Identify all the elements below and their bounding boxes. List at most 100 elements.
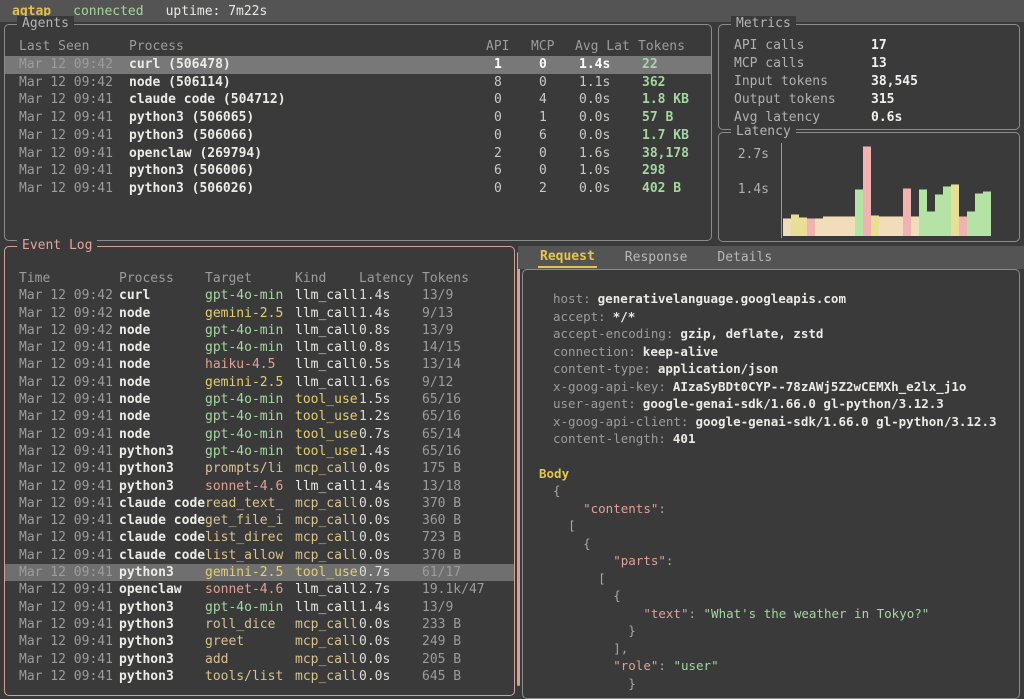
event-kind: llm_call xyxy=(295,357,358,373)
event-row[interactable]: Mar 12 09:41 node gpt-4o-min tool_use 0.… xyxy=(5,426,514,443)
event-time: Mar 12 09:41 xyxy=(19,478,113,494)
detail-tab[interactable]: Response xyxy=(623,249,690,267)
metric-row: MCP calls 13 xyxy=(719,55,1019,73)
latency-chart-bar xyxy=(911,216,919,236)
agent-api-calls: 0 xyxy=(494,127,502,143)
agent-last-seen: Mar 12 09:41 xyxy=(19,110,113,125)
event-log-column-header: Process xyxy=(119,271,174,286)
event-row[interactable]: Mar 12 09:41 claude code list_allow mcp_… xyxy=(5,547,514,564)
event-latency: 0.0s xyxy=(359,651,391,667)
event-row[interactable]: Mar 12 09:41 python3 roll_dice mcp_call … xyxy=(5,616,514,633)
agent-process: python3 (506066) xyxy=(129,127,255,143)
latency-chart-bar xyxy=(815,218,823,236)
json-line: "role": "user" xyxy=(539,657,1009,675)
event-target: prompts/li xyxy=(205,461,284,477)
agent-row[interactable]: Mar 12 09:41 python3 (506066) 0 6 0.0s 1… xyxy=(5,127,711,145)
latency-chart-bar xyxy=(967,211,975,236)
event-time: Mar 12 09:41 xyxy=(19,513,113,529)
latency-chart-bar xyxy=(783,218,791,236)
event-tokens: 360 B xyxy=(422,513,462,529)
event-kind: tool_use xyxy=(295,443,358,459)
agent-row[interactable]: Mar 12 09:41 python3 (506065) 0 1 0.0s 5… xyxy=(5,109,711,127)
agent-row[interactable]: Mar 12 09:41 openclaw (269794) 2 0 1.6s … xyxy=(5,145,711,163)
event-kind: mcp_call xyxy=(295,668,358,684)
event-kind: tool_use xyxy=(295,409,358,425)
header-key: user-agent: xyxy=(553,396,636,411)
event-row[interactable]: Mar 12 09:41 claude code get_file_i mcp_… xyxy=(5,512,514,529)
metric-value: 315 xyxy=(871,92,895,107)
event-process: claude code xyxy=(119,547,206,563)
event-log-scrollbar[interactable] xyxy=(517,252,520,686)
event-tokens: 13/9 xyxy=(422,599,454,615)
agent-row[interactable]: Mar 12 09:41 python3 (506006) 6 0 1.0s 2… xyxy=(5,162,711,180)
agent-avg-latency: 0.0s xyxy=(579,181,611,196)
agents-column-header: MCP xyxy=(531,39,555,54)
agent-last-seen: Mar 12 09:42 xyxy=(19,74,113,90)
event-time: Mar 12 09:41 xyxy=(19,547,113,563)
agent-row[interactable]: Mar 12 09:41 claude code (504712) 0 4 0.… xyxy=(5,91,711,109)
event-time: Mar 12 09:41 xyxy=(19,616,113,632)
event-row[interactable]: Mar 12 09:42 node gpt-4o-min llm_call 0.… xyxy=(5,322,514,339)
agent-last-seen: Mar 12 09:41 xyxy=(19,92,113,108)
event-row[interactable]: Mar 12 09:41 python3 add mcp_call 0.0s 2… xyxy=(5,651,514,668)
event-target: gpt-4o-min xyxy=(205,322,284,338)
event-row[interactable]: Mar 12 09:42 node gemini-2.5 llm_call 1.… xyxy=(5,305,514,322)
header-value: google-genai-sdk/1.66.0 gl-python/3.12.3 xyxy=(695,413,997,429)
latency-chart-bar xyxy=(847,216,855,236)
request-header-line: content-length: 401 xyxy=(539,430,1009,448)
event-process: python3 xyxy=(119,461,174,477)
event-process: python3 xyxy=(119,565,174,581)
agent-row[interactable]: Mar 12 09:41 python3 (506026) 0 2 0.0s 4… xyxy=(5,180,711,198)
event-kind: mcp_call xyxy=(295,530,358,546)
json-line: "contents": xyxy=(539,500,1009,518)
latency-chart-bar xyxy=(823,216,831,236)
event-row[interactable]: Mar 12 09:41 node gpt-4o-min tool_use 1.… xyxy=(5,408,514,425)
event-row[interactable]: Mar 12 09:41 node haiku-4.5 llm_call 0.5… xyxy=(5,356,514,373)
agent-row[interactable]: Mar 12 09:42 node (506114) 8 0 1.1s 362 xyxy=(5,74,711,92)
event-latency: 0.0s xyxy=(359,616,391,632)
agent-avg-latency: 1.6s xyxy=(579,145,611,161)
event-row[interactable]: Mar 12 09:41 node gemini-2.5 llm_call 1.… xyxy=(5,374,514,391)
event-row[interactable]: Mar 12 09:41 openclaw sonnet-4.6 llm_cal… xyxy=(5,581,514,598)
event-row[interactable]: Mar 12 09:41 claude code read_text_ mcp_… xyxy=(5,495,514,512)
latency-chart-bar xyxy=(871,215,879,236)
event-latency: 1.4s xyxy=(359,478,391,494)
event-target: gpt-4o-min xyxy=(205,392,284,408)
metric-label: Input tokens xyxy=(734,74,828,89)
latency-chart xyxy=(783,144,991,236)
request-detail-panel: host: generativelanguage.googleapis.com a… xyxy=(522,269,1020,699)
detail-tab[interactable]: Details xyxy=(715,249,774,267)
event-row[interactable]: Mar 12 09:42 curl gpt-4o-min llm_call 1.… xyxy=(5,287,514,304)
event-target: roll_dice xyxy=(205,616,276,632)
event-target: gemini-2.5 xyxy=(205,374,284,390)
header-value: 401 xyxy=(672,431,696,446)
event-tokens: 13/9 xyxy=(422,288,454,304)
event-row[interactable]: Mar 12 09:41 python3 gpt-4o-min llm_call… xyxy=(5,599,514,616)
event-row[interactable]: Mar 12 09:41 python3 gpt-4o-min tool_use… xyxy=(5,443,514,460)
event-row[interactable]: Mar 12 09:41 node gpt-4o-min llm_call 0.… xyxy=(5,339,514,356)
detail-tab[interactable]: Request xyxy=(538,248,597,268)
agent-row[interactable]: Mar 12 09:42 curl (506478) 1 0 1.4s 22 xyxy=(5,55,711,74)
event-kind: tool_use xyxy=(295,426,358,442)
json-key: "text" xyxy=(643,605,689,621)
latency-chart-bar xyxy=(935,194,943,236)
json-line: "parts": xyxy=(539,552,1009,570)
event-row[interactable]: Mar 12 09:41 python3 sonnet-4.6 llm_call… xyxy=(5,478,514,495)
agent-api-calls: 0 xyxy=(494,181,502,196)
metrics-list: API calls 17 MCP calls 13 Input tokens 3… xyxy=(719,37,1019,127)
event-latency: 1.5s xyxy=(359,392,391,408)
event-process: node xyxy=(119,305,151,321)
event-row[interactable]: Mar 12 09:41 python3 prompts/li mcp_call… xyxy=(5,460,514,477)
event-row[interactable]: Mar 12 09:41 node gpt-4o-min tool_use 1.… xyxy=(5,391,514,408)
request-body-label: Body xyxy=(539,465,570,481)
agent-mcp-calls: 4 xyxy=(539,92,547,108)
agent-tokens: 38,178 xyxy=(642,145,689,161)
event-tokens: 175 B xyxy=(422,461,462,477)
event-kind: mcp_call xyxy=(295,634,358,650)
event-row[interactable]: Mar 12 09:41 python3 tools/list mcp_call… xyxy=(5,668,514,685)
event-row[interactable]: Mar 12 09:41 claude code list_direc mcp_… xyxy=(5,529,514,546)
latency-chart-bar xyxy=(903,188,911,236)
event-row[interactable]: Mar 12 09:41 python3 greet mcp_call 0.0s… xyxy=(5,633,514,650)
event-row[interactable]: Mar 12 09:41 python3 gemini-2.5 tool_use… xyxy=(5,564,514,582)
